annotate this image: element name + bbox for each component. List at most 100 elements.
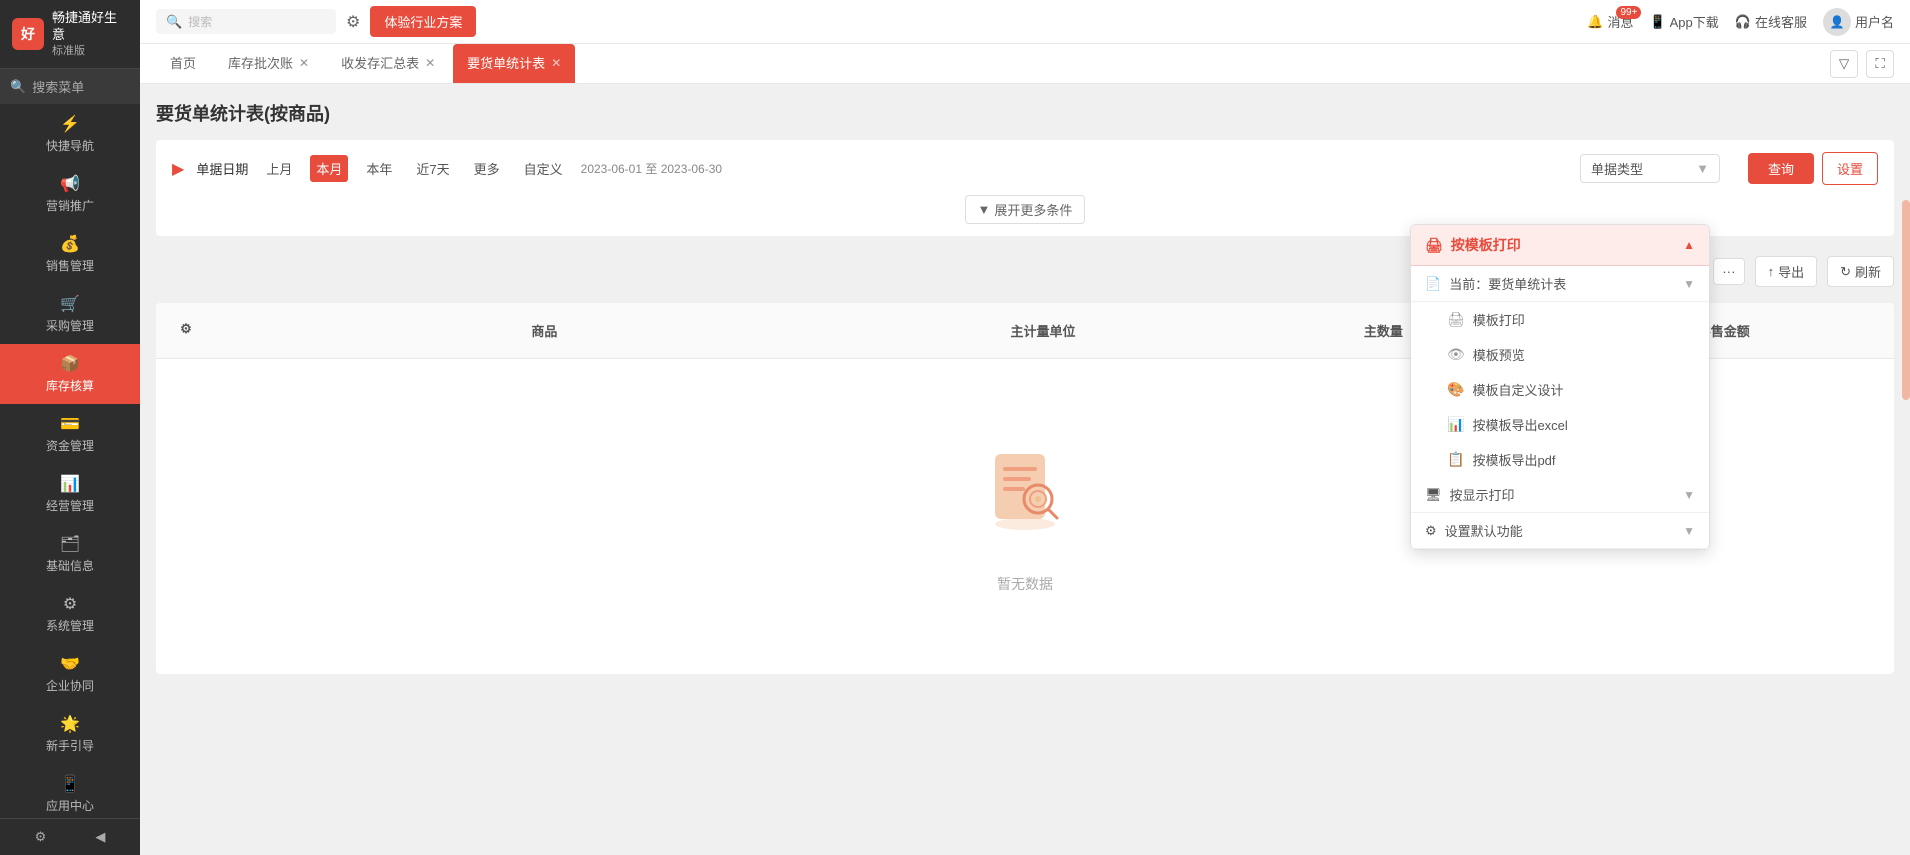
tabs-bar: 首页 库存批次账 ✕ 收发存汇总表 ✕ 要货单统计表 ✕ ▽ ⛶ — [140, 44, 1910, 84]
tabs-fullscreen-btn[interactable]: ⛶ — [1866, 50, 1894, 78]
settings-button[interactable]: 设置 — [1822, 152, 1878, 185]
dropdown-template-pdf[interactable]: 📋 按模板导出pdf — [1411, 442, 1709, 477]
sidebar-search[interactable]: 🔍 搜索菜单 — [0, 69, 140, 104]
date-option-this-year[interactable]: 本年 — [360, 155, 398, 182]
dropdown-template-custom[interactable]: 🎨 模板自定义设计 — [1411, 372, 1709, 407]
tabs-controls: ▽ ⛶ — [1830, 50, 1894, 78]
sidebar-item-finance[interactable]: 💳 资金管理 — [0, 404, 140, 464]
toolbar-dots-btn[interactable]: ··· — [1713, 258, 1744, 285]
tab-order-stats[interactable]: 要货单统计表 ✕ — [453, 44, 575, 83]
dropdown-default-header[interactable]: ⚙ 设置默认功能 ▼ — [1411, 513, 1709, 548]
refresh-icon: ↻ — [1840, 264, 1851, 280]
filter-expand-arrow[interactable]: ▶ — [172, 159, 184, 179]
date-option-this-month[interactable]: 本月 — [310, 155, 348, 182]
sidebar-item-purchase[interactable]: 🛒 采购管理 — [0, 284, 140, 344]
export-icon: ↑ — [1768, 264, 1775, 279]
topbar-search[interactable]: 🔍 搜索 — [156, 9, 336, 34]
template-custom-icon: 🎨 — [1447, 381, 1464, 398]
tab-home[interactable]: 首页 — [156, 44, 210, 83]
tab-collection-summary-close[interactable]: ✕ — [425, 56, 435, 70]
dropdown-template-print[interactable]: 🖨 模板打印 — [1411, 302, 1709, 337]
appstore-icon: 📱 — [60, 774, 80, 794]
avatar-img: 👤 — [1823, 8, 1851, 36]
dropdown-template-excel[interactable]: 📊 按模板导出excel — [1411, 407, 1709, 442]
export-btn[interactable]: ↑ 导出 — [1755, 256, 1818, 287]
search-icon: 🔍 — [10, 79, 26, 95]
query-button[interactable]: 查询 — [1748, 153, 1814, 184]
date-option-last-month[interactable]: 上月 — [260, 155, 298, 182]
dropdown-current-title: 📄 当前：要货单统计表 — [1425, 274, 1566, 293]
user-avatar[interactable]: 👤 用户名 — [1823, 8, 1894, 36]
industry-btn[interactable]: 体验行业方案 — [370, 6, 476, 37]
dropdown-current-header[interactable]: 📄 当前：要货单统计表 ▼ — [1411, 266, 1709, 301]
print-dropdown-header: 🖨 按模板打印 ▲ — [1411, 225, 1709, 266]
print-dropdown-toggle[interactable]: ▲ — [1683, 238, 1695, 252]
date-option-more[interactable]: 更多 — [468, 155, 506, 182]
purchase-icon: 🛒 — [60, 294, 80, 314]
col-settings[interactable]: ⚙ — [156, 313, 216, 348]
sidebar-item-enterprise[interactable]: 🤝 企业协同 — [0, 644, 140, 704]
date-option-custom[interactable]: 自定义 — [518, 155, 569, 182]
display-section-arrow: ▼ — [1683, 488, 1695, 502]
expand-conditions-btn[interactable]: ▼ 展开更多条件 — [965, 195, 1086, 224]
dropdown-default-section: ⚙ 设置默认功能 ▼ — [1411, 513, 1709, 549]
doc-type-arrow-icon: ▼ — [1696, 161, 1709, 176]
logo-icon: 好 — [12, 18, 44, 50]
print-header-icon: 🖨 — [1425, 237, 1443, 254]
dropdown-display-header[interactable]: 🖥 按显示打印 ▼ — [1411, 477, 1709, 512]
empty-text: 暂无数据 — [997, 574, 1053, 594]
tab-batch-account-close[interactable]: ✕ — [299, 56, 309, 70]
inventory-icon: 📦 — [60, 354, 80, 374]
filter-row-1: ▶ 单据日期 上月 本月 本年 近7天 更多 自定义 2023-06-01 至 … — [172, 152, 1878, 185]
refresh-btn[interactable]: ↻ 刷新 — [1827, 256, 1894, 287]
tab-order-stats-close[interactable]: ✕ — [551, 56, 561, 70]
enterprise-icon: 🤝 — [60, 654, 80, 674]
sidebar-item-marketing[interactable]: 📢 营销推广 — [0, 164, 140, 224]
dropdown-display-title: 🖥 按显示打印 — [1425, 485, 1515, 504]
sales-icon: 💰 — [60, 234, 80, 254]
dropdown-default-title: ⚙ 设置默认功能 — [1425, 521, 1523, 540]
expand-icon: ▼ — [978, 202, 991, 217]
main-area: 🔍 搜索 ⚙ 体验行业方案 🔔 消息 99+ 📱 App下载 🎧 在线客服 👤 … — [140, 0, 1910, 855]
current-section-arrow: ▼ — [1683, 277, 1695, 291]
dropdown-template-preview[interactable]: 👁 模板预览 — [1411, 337, 1709, 372]
default-func-icon: ⚙ — [1425, 523, 1437, 539]
template-preview-icon: 👁 — [1447, 346, 1465, 363]
date-range-display: 2023-06-01 至 2023-06-30 — [581, 160, 722, 177]
sidebar-logo: 好 畅捷通好生意 标准版 — [0, 0, 140, 69]
sidebar-item-system[interactable]: ⚙ 系统管理 — [0, 584, 140, 644]
tab-collection-summary[interactable]: 收发存汇总表 ✕ — [327, 44, 449, 83]
sidebar-bottom: ⚙ ◀ — [0, 818, 140, 855]
print-dropdown-title: 🖨 按模板打印 — [1425, 235, 1521, 255]
current-template-icon: 📄 — [1425, 276, 1441, 292]
phone-icon: 📱 — [1649, 14, 1665, 30]
sidebar-item-inventory[interactable]: 📦 库存核算 — [0, 344, 140, 404]
headset-icon: 🎧 — [1735, 14, 1751, 30]
operation-icon: 📊 — [60, 474, 80, 494]
sidebar-item-operation[interactable]: 📊 经营管理 — [0, 464, 140, 524]
scroll-indicator[interactable] — [1902, 200, 1910, 400]
tabs-expand-btn[interactable]: ▽ — [1830, 50, 1858, 78]
template-print-icon: 🖨 — [1447, 311, 1465, 328]
template-pdf-icon: 📋 — [1447, 451, 1464, 468]
sidebar-item-basic[interactable]: 🗂 基础信息 — [0, 524, 140, 584]
sidebar-item-quick-nav[interactable]: ⚡ 快捷导航 — [0, 104, 140, 164]
message-btn[interactable]: 🔔 消息 99+ — [1587, 12, 1633, 31]
sidebar-item-guide[interactable]: 🌟 新手引导 — [0, 704, 140, 764]
online-service-btn[interactable]: 🎧 在线客服 — [1735, 12, 1807, 31]
sidebar-item-sales[interactable]: 💰 销售管理 — [0, 224, 140, 284]
sidebar: 好 畅捷通好生意 标准版 🔍 搜索菜单 ⚡ 快捷导航 📢 营销推广 💰 销售管理… — [0, 0, 140, 855]
topbar-gear-icon[interactable]: ⚙ — [346, 12, 360, 32]
sidebar-item-appstore[interactable]: 📱 应用中心 — [0, 764, 140, 818]
quick-nav-icon: ⚡ — [60, 114, 80, 134]
date-option-7days[interactable]: 近7天 — [410, 155, 455, 182]
doc-type-select[interactable]: 单据类型 ▼ — [1580, 154, 1720, 183]
basic-icon: 🗂 — [60, 534, 80, 554]
tab-batch-account[interactable]: 库存批次账 ✕ — [214, 44, 323, 83]
settings-icon[interactable]: ⚙ — [35, 829, 47, 845]
page-content: 要货单统计表(按商品) ▶ 单据日期 上月 本月 本年 近7天 更多 自定义 2… — [140, 84, 1910, 855]
page-title: 要货单统计表(按商品) — [156, 100, 1894, 126]
app-download-btn[interactable]: 📱 App下载 — [1649, 12, 1718, 31]
filter-row-2: ▼ 展开更多条件 — [172, 195, 1878, 224]
collapse-icon[interactable]: ◀ — [95, 829, 105, 845]
